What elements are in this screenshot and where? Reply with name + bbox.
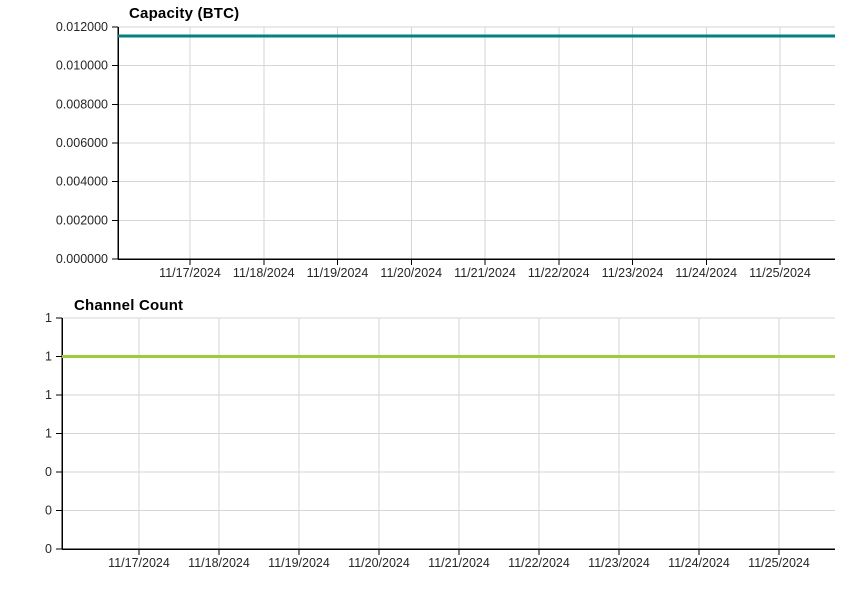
y-tick-label: 0.008000 — [56, 97, 108, 111]
y-tick-label: 0.000000 — [56, 252, 108, 266]
x-tick-label: 11/18/2024 — [233, 266, 295, 280]
x-tick-label: 11/21/2024 — [428, 556, 490, 570]
x-tick-label: 11/18/2024 — [188, 556, 250, 570]
x-tick-label: 11/21/2024 — [454, 266, 516, 280]
y-tick-label: 0.002000 — [56, 213, 108, 227]
y-tick-label: 0 — [45, 504, 52, 518]
x-tick-label: 11/20/2024 — [348, 556, 410, 570]
charts-canvas: 0.012000 0.010000 0.008000 0.006000 0.004000… — [45, 20, 835, 570]
x-tick-label: 11/22/2024 — [528, 266, 590, 280]
y-tick-label: 1 — [45, 427, 52, 441]
x-tick-label: 11/23/2024 — [602, 266, 664, 280]
y-tick-label: 1 — [45, 350, 52, 364]
channel-count-chart: 1 1 1 1 0 0 0 11/17/2024 11/18/2024 11/19/2024 11/… — [45, 311, 835, 570]
x-tick-label: 11/17/2024 — [159, 266, 221, 280]
dashboard: Capacity (BTC) Channel Count 0.012000 0.0… — [0, 0, 860, 600]
y-tick-label: 0.012000 — [56, 20, 108, 34]
x-tick-label: 11/20/2024 — [380, 266, 442, 280]
x-tick-label: 11/24/2024 — [668, 556, 730, 570]
x-tick-label: 11/23/2024 — [588, 556, 650, 570]
y-tick-label: 0 — [45, 542, 52, 556]
x-tick-label: 11/24/2024 — [675, 266, 737, 280]
y-tick-label: 0.004000 — [56, 175, 108, 189]
x-tick-label: 11/22/2024 — [508, 556, 570, 570]
y-tick-label: 0 — [45, 465, 52, 479]
x-tick-label: 11/19/2024 — [307, 266, 369, 280]
y-tick-label: 0.006000 — [56, 136, 108, 150]
y-tick-label: 1 — [45, 311, 52, 325]
x-tick-label: 11/25/2024 — [749, 266, 811, 280]
x-tick-label: 11/25/2024 — [748, 556, 810, 570]
y-tick-label: 0.010000 — [56, 59, 108, 73]
y-tick-label: 1 — [45, 388, 52, 402]
capacity-chart: 0.012000 0.010000 0.008000 0.006000 0.004000… — [56, 20, 835, 280]
x-tick-label: 11/19/2024 — [268, 556, 330, 570]
x-tick-label: 11/17/2024 — [108, 556, 170, 570]
